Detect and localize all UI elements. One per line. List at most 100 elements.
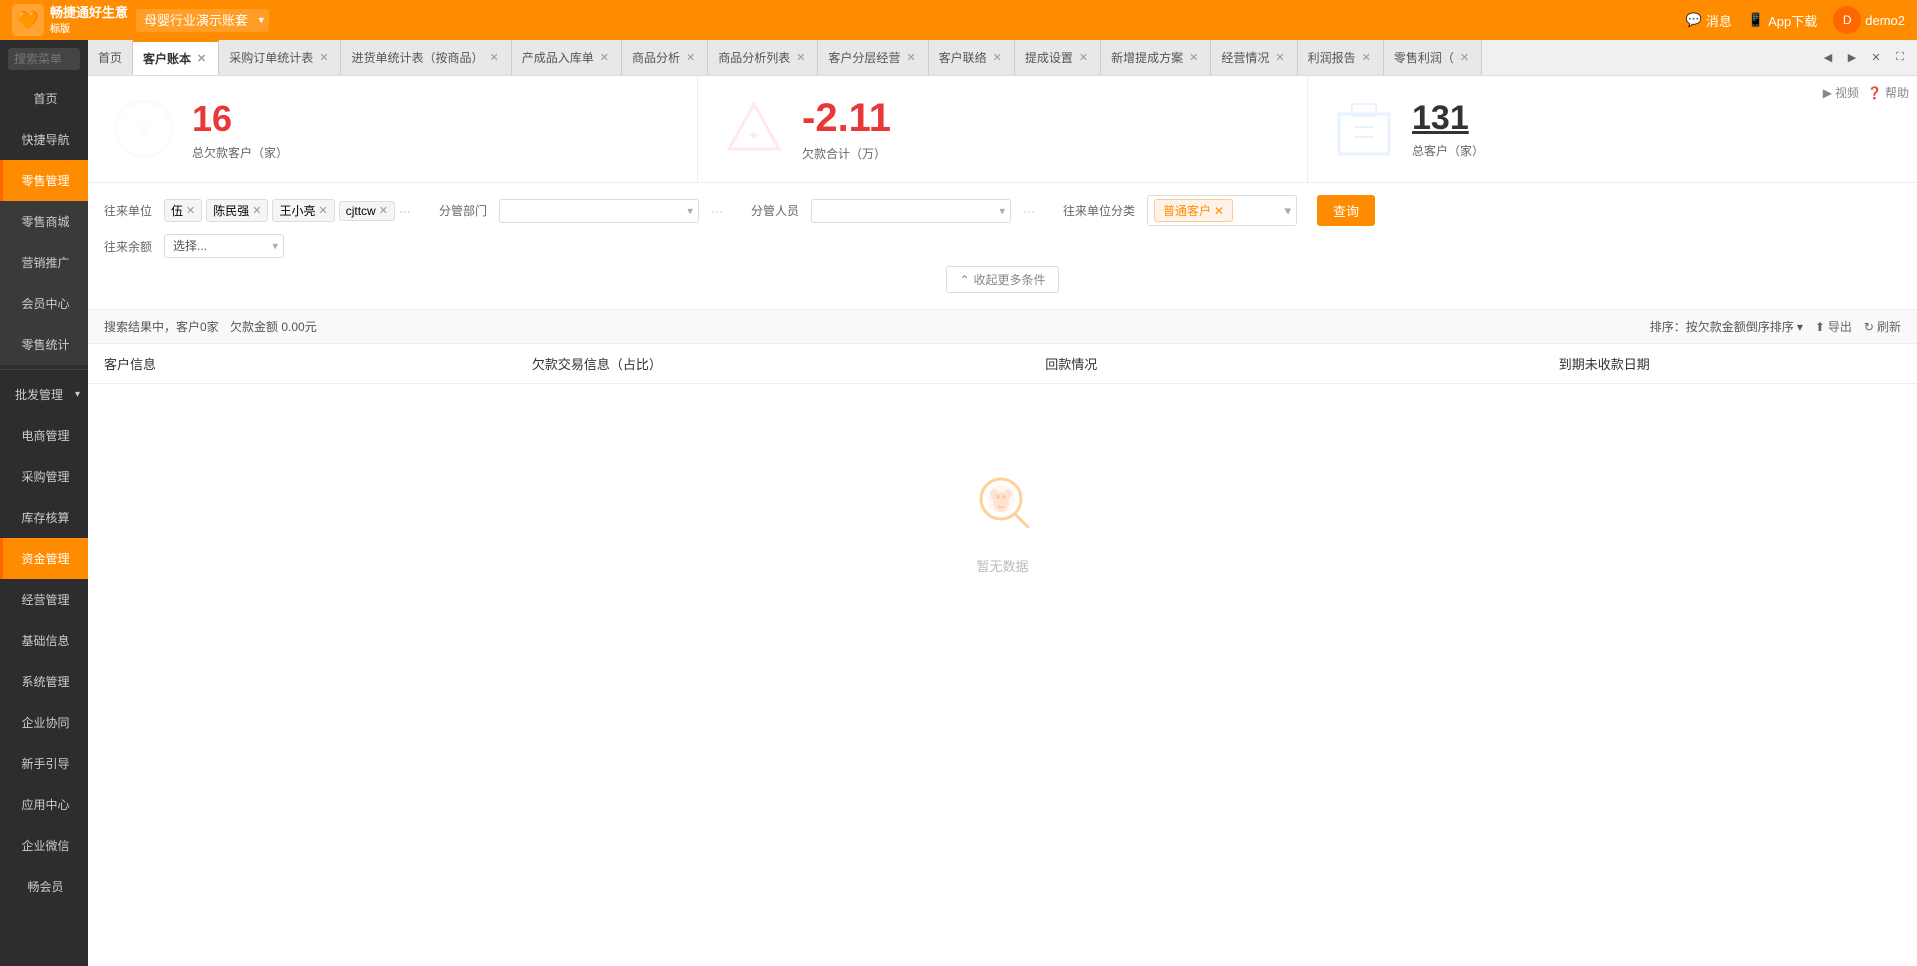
stat-icon-customers: ¥ bbox=[112, 97, 176, 161]
app-download-btn[interactable]: 📱 App下载 bbox=[1748, 11, 1817, 30]
sidebar-item-ecommerce[interactable]: 电商管理 bbox=[0, 415, 88, 456]
balance-select-wrapper[interactable]: 选择... bbox=[164, 234, 284, 258]
stats-row: ¥ 16 总欠款客户（家） ✦ bbox=[88, 76, 1917, 183]
export-button[interactable]: ⬆ 导出 bbox=[1815, 318, 1852, 335]
balance-select[interactable]: 选择... bbox=[164, 234, 284, 258]
tab-customer-contact[interactable]: 客户联络 ✕ bbox=[929, 40, 1015, 76]
sidebar-item-marketing[interactable]: 营销推广 bbox=[0, 242, 88, 283]
tab-new-achievement[interactable]: 新增提成方案 ✕ bbox=[1101, 40, 1211, 76]
unit-type-tag-close[interactable]: ✕ bbox=[1214, 204, 1224, 218]
logo-icon: 🧡 bbox=[12, 4, 44, 36]
sidebar-item-operations[interactable]: 经营管理 bbox=[0, 579, 88, 620]
tab-home[interactable]: 首页 bbox=[88, 40, 133, 76]
account-dropdown[interactable]: 母婴行业演示账套 bbox=[136, 9, 269, 32]
tab-goods-analysis-list[interactable]: 商品分析列表 ✕ bbox=[708, 40, 818, 76]
tab-bar: 首页 客户账本 ✕ 采购订单统计表 ✕ 进货单统计表（按商品） ✕ 产成品入库单… bbox=[88, 40, 1917, 76]
unit-type-tag[interactable]: 普通客户 ✕ bbox=[1154, 199, 1233, 222]
sidebar-item-purchase[interactable]: 采购管理 bbox=[0, 456, 88, 497]
sidebar-item-retail-shop[interactable]: 零售商城 bbox=[0, 201, 88, 242]
unit-tag-wu[interactable]: 伍 ✕ bbox=[164, 199, 202, 222]
query-button[interactable]: 查询 bbox=[1317, 195, 1375, 226]
top-bar-right: 💬 消息 📱 App下载 D demo2 bbox=[1686, 6, 1905, 34]
tab-maximize-btn[interactable]: ⛶ bbox=[1889, 47, 1911, 69]
tab-customer-tier-close[interactable]: ✕ bbox=[904, 51, 917, 64]
sidebar-item-basic[interactable]: 基础信息 bbox=[0, 620, 88, 661]
sidebar-item-quick[interactable]: 快捷导航 bbox=[0, 119, 88, 160]
sidebar-item-guide[interactable]: 新手引导 bbox=[0, 743, 88, 784]
tab-production-close[interactable]: ✕ bbox=[598, 51, 611, 64]
help-btn[interactable]: ❓ 帮助 bbox=[1867, 84, 1909, 101]
unit-tag-chen[interactable]: 陈民强 ✕ bbox=[206, 199, 268, 222]
unit-type-chevron: ▾ bbox=[1284, 204, 1290, 217]
dept-select[interactable] bbox=[499, 199, 699, 223]
person-select-wrapper[interactable] bbox=[811, 199, 1011, 223]
collapse-btn[interactable]: ⌃ 收起更多条件 bbox=[946, 266, 1058, 293]
account-dropdown-wrapper[interactable]: 母婴行业演示账套 bbox=[136, 9, 269, 32]
sidebar-search-input[interactable] bbox=[8, 48, 80, 70]
unit-type-select-wrapper[interactable]: 普通客户 ✕ ▾ bbox=[1147, 195, 1297, 226]
unit-type-select-display[interactable]: 普通客户 ✕ ▾ bbox=[1147, 195, 1297, 226]
col-header-date: 到期未收款日期 bbox=[1559, 354, 1901, 373]
unit-tag-chen-close[interactable]: ✕ bbox=[252, 204, 261, 217]
tab-nav-btns: ◀ ▶ ✕ ⛶ bbox=[1811, 47, 1917, 69]
svg-text:✦: ✦ bbox=[747, 128, 760, 145]
tab-customers[interactable]: 客户账本 ✕ bbox=[133, 40, 219, 76]
user-area[interactable]: D demo2 bbox=[1833, 6, 1905, 34]
sidebar-item-system[interactable]: 系统管理 bbox=[0, 661, 88, 702]
tab-prompt-settings[interactable]: 提成设置 ✕ bbox=[1015, 40, 1101, 76]
tab-prompt-settings-close[interactable]: ✕ bbox=[1077, 51, 1090, 64]
sidebar-item-apps[interactable]: 应用中心 bbox=[0, 784, 88, 825]
tab-profit-report[interactable]: 利润报告 ✕ bbox=[1298, 40, 1384, 76]
stat-content-customers: 16 总欠款客户（家） bbox=[192, 98, 673, 161]
tab-purchase-stat-close[interactable]: ✕ bbox=[488, 51, 501, 64]
filter-more-btn[interactable]: ··· bbox=[399, 204, 411, 218]
unit-tag-wang[interactable]: 王小亮 ✕ bbox=[272, 199, 334, 222]
tab-goods-analysis-list-close[interactable]: ✕ bbox=[794, 51, 807, 64]
tab-prev-btn[interactable]: ◀ bbox=[1817, 47, 1839, 69]
dept-extra-btn[interactable]: ··· bbox=[711, 204, 723, 218]
tab-customer-tier[interactable]: 客户分层经营 ✕ bbox=[818, 40, 928, 76]
person-select[interactable] bbox=[811, 199, 1011, 223]
sidebar-item-wechat[interactable]: 企业微信 bbox=[0, 825, 88, 866]
sidebar-item-member[interactable]: 会员中心 bbox=[0, 283, 88, 324]
video-btn[interactable]: ▶ 视频 bbox=[1823, 84, 1859, 101]
tab-retail-profit[interactable]: 零售利润（ ✕ bbox=[1384, 40, 1482, 76]
refresh-icon: ↻ bbox=[1864, 320, 1874, 334]
tab-purchase-orders[interactable]: 采购订单统计表 ✕ bbox=[219, 40, 341, 76]
search-result-bar: 搜索结果中，客户0家 欠款金额 0.00元 排序：按欠款金额倒序排序 ▾ ⬆ 导… bbox=[88, 310, 1917, 344]
tab-operations-stat[interactable]: 经营情况 ✕ bbox=[1211, 40, 1297, 76]
refresh-button[interactable]: ↻ 刷新 bbox=[1864, 318, 1901, 335]
tab-customer-contact-close[interactable]: ✕ bbox=[991, 51, 1004, 64]
tab-operations-stat-close[interactable]: ✕ bbox=[1273, 51, 1286, 64]
tab-next-btn[interactable]: ▶ bbox=[1841, 47, 1863, 69]
sidebar-item-membership[interactable]: 畅会员 bbox=[0, 866, 88, 907]
sidebar-item-finance[interactable]: 资金管理 bbox=[0, 538, 88, 579]
sidebar-item-retail-stat[interactable]: 零售统计 bbox=[0, 324, 88, 365]
tab-purchase-stat[interactable]: 进货单统计表（按商品） ✕ bbox=[341, 40, 511, 76]
tab-profit-report-close[interactable]: ✕ bbox=[1360, 51, 1373, 64]
tab-purchase-orders-close[interactable]: ✕ bbox=[317, 51, 330, 64]
tab-new-achievement-close[interactable]: ✕ bbox=[1187, 51, 1200, 64]
sidebar-item-wholesale[interactable]: 批发管理 ▾ bbox=[0, 374, 88, 415]
tab-close-all-btn[interactable]: ✕ bbox=[1865, 47, 1887, 69]
tab-goods-analysis[interactable]: 商品分析 ✕ bbox=[622, 40, 708, 76]
sidebar-item-inventory[interactable]: 库存核算 bbox=[0, 497, 88, 538]
sidebar-item-retail[interactable]: 零售管理 bbox=[0, 160, 88, 201]
tab-customers-close[interactable]: ✕ bbox=[195, 52, 208, 65]
unit-tag-cj-close[interactable]: ✕ bbox=[379, 204, 388, 217]
empty-icon bbox=[963, 464, 1043, 544]
sort-button[interactable]: 排序：按欠款金额倒序排序 ▾ bbox=[1650, 318, 1803, 335]
sidebar-item-home[interactable]: 首页 bbox=[0, 78, 88, 119]
person-extra-btn[interactable]: ··· bbox=[1023, 204, 1035, 218]
sidebar-item-cooperation[interactable]: 企业协同 bbox=[0, 702, 88, 743]
tab-production[interactable]: 产成品入库单 ✕ bbox=[512, 40, 622, 76]
tab-retail-profit-close[interactable]: ✕ bbox=[1458, 51, 1471, 64]
unit-tag-wang-close[interactable]: ✕ bbox=[319, 204, 328, 217]
unit-tag-cj[interactable]: cjttcw ✕ bbox=[339, 201, 395, 221]
svg-text:¥: ¥ bbox=[136, 116, 151, 143]
message-btn[interactable]: 💬 消息 bbox=[1686, 11, 1732, 30]
dept-select-wrapper[interactable] bbox=[499, 199, 699, 223]
col-header-repayment: 回款情况 bbox=[1045, 354, 1558, 373]
unit-tag-wu-close[interactable]: ✕ bbox=[186, 204, 195, 217]
tab-goods-analysis-close[interactable]: ✕ bbox=[684, 51, 697, 64]
